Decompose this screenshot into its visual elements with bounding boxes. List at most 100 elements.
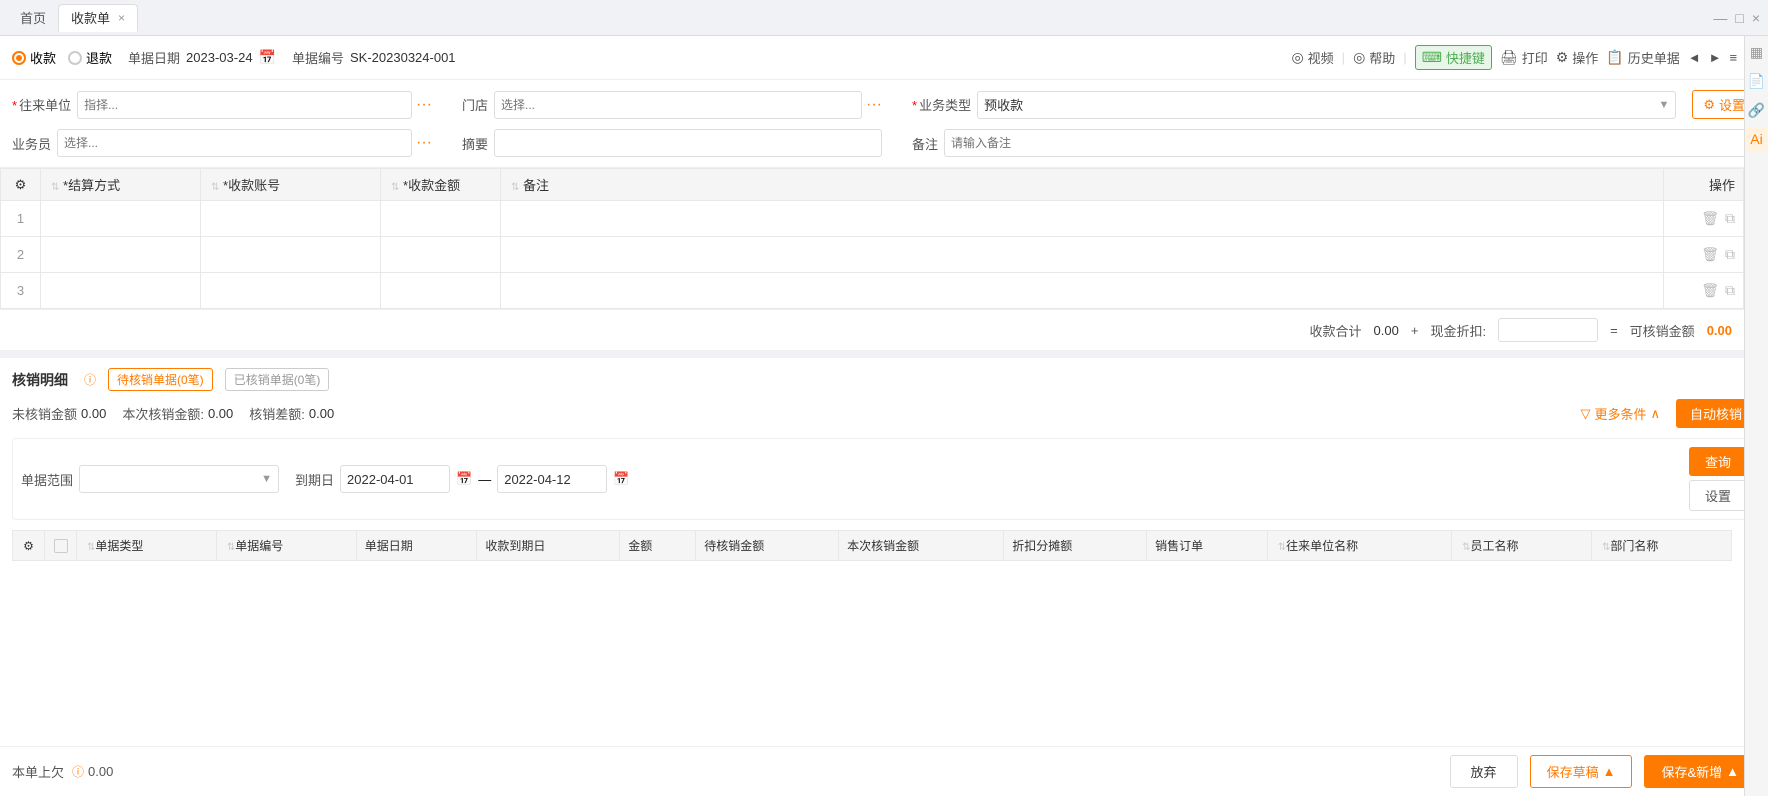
video-btn[interactable]: ◎ 视频 — [1291, 48, 1333, 67]
shop-label: 门店 — [462, 95, 488, 114]
pending-verify-btn[interactable]: 待核销单据(0笔) — [108, 368, 213, 391]
verified-btn[interactable]: 已核销单据(0笔) — [225, 368, 330, 391]
history-icon: 📋 — [1606, 49, 1623, 66]
radio-receipt[interactable]: 收款 — [12, 48, 56, 67]
operations-icon: ⚙ — [1556, 49, 1569, 66]
radio-refund-label: 退款 — [86, 48, 112, 67]
abstract-field: 摘要 — [462, 129, 882, 157]
next-icon: ► — [1709, 50, 1722, 65]
date-label: 单据日期 — [128, 48, 180, 67]
date-to-input[interactable] — [497, 465, 607, 493]
discard-button[interactable]: 放弃 — [1450, 755, 1518, 788]
tab-home[interactable]: 首页 — [8, 4, 58, 32]
calendar-to-icon[interactable]: 📅 — [613, 471, 629, 487]
menu-btn[interactable]: ≡ — [1730, 50, 1738, 65]
bottom-checkbox-header[interactable] — [45, 531, 77, 561]
sidebar-ai-icon[interactable]: Ai — [1746, 127, 1766, 151]
salesman-field: 业务员 ··· — [12, 129, 432, 157]
shop-input[interactable] — [494, 91, 862, 119]
copy-row-1-icon[interactable]: ⧉ — [1725, 210, 1735, 227]
receipt-account-header: ⇅ *收款账号 — [201, 169, 381, 201]
total-label: 收款合计 — [1310, 321, 1362, 340]
total-value: 0.00 — [1374, 323, 1399, 338]
table-row: 3 🗑 ⧉ — [1, 273, 1744, 309]
date-from-input[interactable] — [340, 465, 450, 493]
diff-amount: 核销差额: 0.00 — [249, 404, 334, 423]
account-cell-1[interactable] — [201, 201, 381, 237]
bottom-settings-header[interactable]: ⚙ — [13, 531, 45, 561]
number-field: 单据编号 SK-20230324-001 — [292, 48, 456, 67]
unverified-value: 0.00 — [81, 406, 106, 421]
more-conditions-btn[interactable]: ▽ 更多条件 ∧ — [1580, 404, 1660, 423]
abstract-input[interactable] — [494, 129, 882, 157]
settlement-cell-2[interactable] — [41, 237, 201, 273]
tab-active[interactable]: 收款单 × — [58, 4, 138, 32]
prev-btn[interactable]: ◄ — [1688, 50, 1701, 65]
maximize-icon[interactable]: □ — [1735, 10, 1743, 26]
shop-more-icon[interactable]: ··· — [866, 97, 882, 113]
main-container: 收款 退款 单据日期 2023-03-24 📅 单据编号 SK-20230324… — [0, 36, 1768, 796]
doc-scope-select[interactable]: ▼ — [79, 465, 279, 493]
sidebar-link-icon[interactable]: 🔗 — [1748, 98, 1765, 123]
delete-row-2-icon[interactable]: 🗑 — [1701, 246, 1719, 263]
select-all-checkbox[interactable] — [54, 539, 68, 553]
minimize-icon[interactable]: — — [1713, 10, 1727, 26]
close-icon[interactable]: × — [118, 11, 125, 25]
discount-input[interactable] — [1498, 318, 1598, 342]
delete-row-3-icon[interactable]: 🗑 — [1701, 282, 1719, 299]
save-draft-button[interactable]: 保存草稿 ▲ — [1530, 755, 1633, 788]
number-value: SK-20230324-001 — [350, 50, 456, 65]
operations-btn[interactable]: ⚙ 操作 — [1556, 48, 1599, 67]
salesman-more-icon[interactable]: ··· — [416, 135, 432, 151]
help-btn[interactable]: ◎ 帮助 — [1353, 48, 1395, 67]
print-btn[interactable]: 🖨 打印 — [1500, 48, 1548, 67]
amount-cell-2[interactable] — [381, 237, 501, 273]
shortcut-btn[interactable]: ⌨ 快捷键 — [1415, 45, 1492, 70]
form-row-1: 往来单位 ··· 门店 ··· 业务类型 预收款 ▼ ⚙ — [12, 90, 1756, 119]
core-section: 核销明细 ⓘ 待核销单据(0笔) 已核销单据(0笔) 未核销金额 0.00 本次… — [0, 358, 1768, 571]
remark-cell-1[interactable] — [501, 201, 1664, 237]
sidebar-table-icon[interactable]: ▦ — [1750, 40, 1763, 65]
query-label: 查询 — [1705, 455, 1731, 470]
biz-type-value: 预收款 — [984, 95, 1023, 114]
calendar-from-icon[interactable]: 📅 — [456, 471, 472, 487]
counterparty-input[interactable] — [77, 91, 412, 119]
remarks-input[interactable] — [944, 129, 1756, 157]
help-label: 帮助 — [1369, 48, 1395, 67]
settlement-cell-3[interactable] — [41, 273, 201, 309]
table-settings-header[interactable]: ⚙ — [1, 169, 41, 201]
copy-row-3-icon[interactable]: ⧉ — [1725, 282, 1735, 299]
biz-type-select[interactable]: 预收款 ▼ — [977, 91, 1676, 119]
remark-cell-2[interactable] — [501, 237, 1664, 273]
footer-info-icon[interactable]: ⓘ — [72, 763, 84, 780]
radio-refund[interactable]: 退款 — [68, 48, 112, 67]
account-cell-3[interactable] — [201, 273, 381, 309]
salesman-input[interactable] — [57, 129, 412, 157]
settlement-cell-1[interactable] — [41, 201, 201, 237]
info-icon[interactable]: ⓘ — [84, 371, 96, 388]
counterparty-field: 往来单位 ··· — [12, 91, 432, 119]
filter-settings-btn[interactable]: 设置 — [1689, 480, 1747, 511]
tab-home-label: 首页 — [20, 8, 46, 27]
remark-cell-3[interactable] — [501, 273, 1664, 309]
history-btn[interactable]: 📋 历史单据 — [1606, 48, 1679, 67]
receipt-table: ⚙ ⇅ *结算方式 ⇅ *收款账号 ⇅ *收款金额 ⇅ — [0, 168, 1744, 309]
row-num-3: 3 — [1, 273, 41, 309]
diff-label: 核销差额: — [249, 404, 305, 423]
sidebar-doc-icon[interactable]: 📄 — [1748, 69, 1765, 94]
date-separator: — — [478, 472, 491, 487]
next-btn[interactable]: ► — [1709, 50, 1722, 65]
amount-cell-3[interactable] — [381, 273, 501, 309]
calendar-icon[interactable]: 📅 — [259, 49, 276, 66]
window-controls: — □ × — [1713, 10, 1760, 26]
amount-cell-1[interactable] — [381, 201, 501, 237]
query-btn[interactable]: 查询 — [1689, 447, 1747, 476]
close-window-icon[interactable]: × — [1752, 10, 1760, 26]
counterparty-more-icon[interactable]: ··· — [416, 97, 432, 113]
copy-row-2-icon[interactable]: ⧉ — [1725, 246, 1735, 263]
save-new-button[interactable]: 保存&新增 ▲ — [1644, 755, 1756, 788]
account-cell-2[interactable] — [201, 237, 381, 273]
save-draft-chevron: ▲ — [1603, 764, 1616, 779]
current-verify-label: 本次核销金额: — [122, 404, 204, 423]
delete-row-1-icon[interactable]: 🗑 — [1701, 210, 1719, 227]
